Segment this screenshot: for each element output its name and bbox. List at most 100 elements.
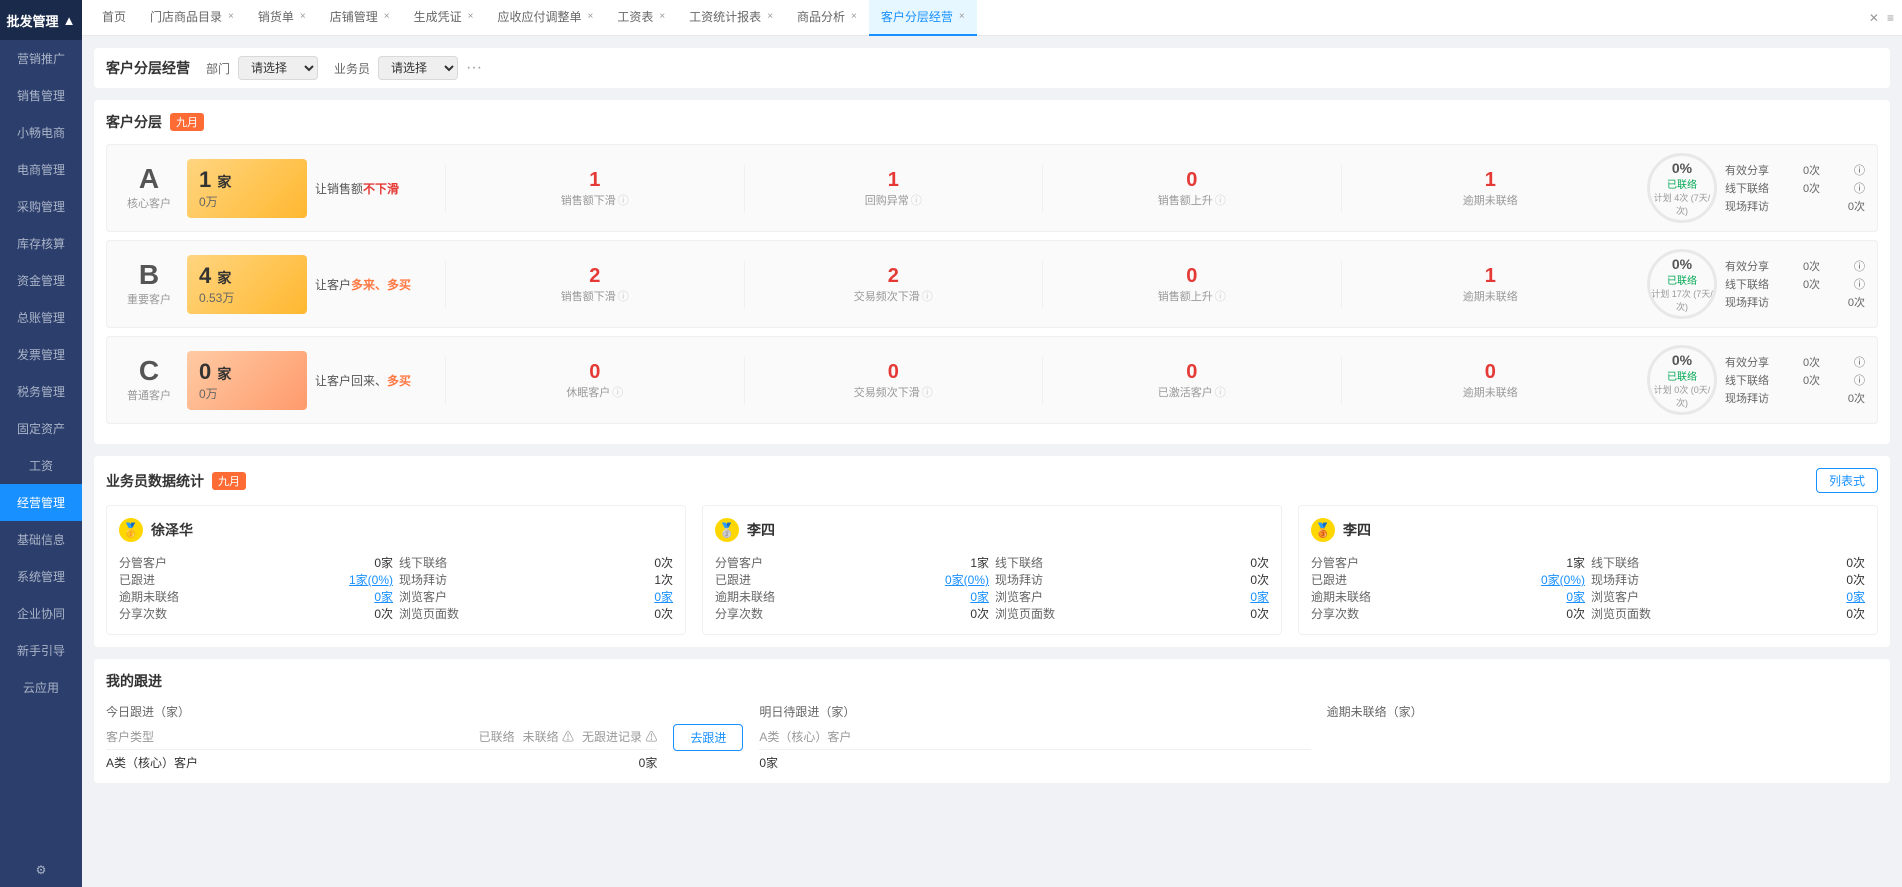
sidebar-item-xtgl[interactable]: 系统管理 [0, 558, 82, 595]
tier-b-stat-2[interactable]: 0 销售额上升 ⓘ [1042, 261, 1341, 308]
info-icon[interactable]: ⓘ [911, 192, 922, 208]
today-follow-col: 今日跟进（家） 客户类型 已联络 未联络 ⚠ 无跟进记录 ⚠ A类（核心）客户 … [106, 703, 657, 771]
info-icon[interactable]: ⓘ [1215, 192, 1226, 208]
tab-payroll[interactable]: 工资表 × [605, 0, 677, 36]
tab-store-products[interactable]: 门店商品目录 × [138, 0, 246, 36]
tab-sales-order[interactable]: 销货单 × [246, 0, 318, 36]
tab-close-icon[interactable]: × [300, 11, 306, 22]
staff-stats-section: 业务员数据统计 九月 列表式 🥇 徐泽华 分管客户 0家 [94, 456, 1890, 647]
tier-a-stat-0-label: 销售额下滑 ⓘ [561, 192, 629, 208]
sidebar-collapse-icon[interactable]: ▲ [63, 13, 76, 28]
staff-2-stats: 分管客户 1家 已跟进 0家(0%) 逾期未联络 0家 [1311, 554, 1865, 622]
settings-button[interactable]: ⚙ [0, 853, 82, 887]
info-icon[interactable]: ⓘ [1854, 258, 1865, 274]
sidebar-item-xsyd[interactable]: 新手引导 [0, 632, 82, 669]
sidebar-item-jygl[interactable]: 经营管理 [0, 484, 82, 521]
tier-b-stat-3[interactable]: 1 逾期未联络 [1341, 261, 1640, 308]
sidebar-item-zjgl[interactable]: 资金管理 [0, 262, 82, 299]
sidebar-brand[interactable]: 批发管理 ▲ [0, 0, 82, 40]
tab-close-icon[interactable]: × [767, 11, 773, 22]
tab-close-icon[interactable]: × [659, 11, 665, 22]
tier-c-circle: 0% 已联络 计划 0次 (0天/次) [1647, 345, 1717, 415]
tab-customer-tier[interactable]: 客户分层经营 × [869, 0, 977, 36]
staff-1-medal: 🥈 [715, 518, 739, 542]
tab-home[interactable]: 首页 [90, 0, 138, 36]
side-stat-row: 现场拜访 0次 [1725, 198, 1865, 214]
tier-b-stat-1[interactable]: 2 交易频次下滑 ⓘ [744, 261, 1043, 308]
sidebar-item-yyy[interactable]: 云应用 [0, 669, 82, 706]
tier-a-label: A 核心客户 [119, 165, 179, 211]
tier-a-grade: A [119, 165, 179, 193]
info-icon[interactable]: ⓘ [1854, 354, 1865, 370]
tier-a-stat-1[interactable]: 1 回购异常 ⓘ [744, 165, 1043, 212]
sidebar-item-zzgl[interactable]: 总账管理 [0, 299, 82, 336]
sidebar-item-kchz[interactable]: 库存核算 [0, 225, 82, 262]
tier-b-grade: B [119, 261, 179, 289]
tier-c-label: C 普通客户 [119, 357, 179, 403]
tab-close-icon[interactable]: × [384, 11, 390, 22]
tab-close-icon[interactable]: × [851, 11, 857, 22]
info-icon[interactable]: ⓘ [1854, 372, 1865, 388]
info-icon[interactable]: ⓘ [1854, 276, 1865, 292]
staff-filter: 业务员 请选择 ··· [334, 56, 482, 80]
tab-close-active-icon[interactable]: × [959, 11, 965, 22]
staff-1-header: 🥈 李四 [715, 518, 1269, 542]
staff-stat-row: 浏览页面数 0次 [995, 605, 1269, 622]
sidebar-item-xsgl[interactable]: 销售管理 [0, 77, 82, 114]
sidebar-item-fpgl[interactable]: 发票管理 [0, 336, 82, 373]
sidebar-item-jcxx[interactable]: 基础信息 [0, 521, 82, 558]
tier-a-stat-2-label: 销售额上升 ⓘ [1158, 192, 1226, 208]
tier-c-stat-2[interactable]: 0 已激活客户 ⓘ [1042, 357, 1341, 404]
more-filter-icon[interactable]: ··· [466, 59, 482, 77]
info-icon[interactable]: ⓘ [612, 384, 623, 400]
tab-close-icon[interactable]: × [587, 11, 593, 22]
tab-payroll-report[interactable]: 工资统计报表 × [677, 0, 785, 36]
tier-b-stat-0[interactable]: 2 销售额下滑 ⓘ [445, 261, 744, 308]
info-icon[interactable]: ⓘ [1215, 384, 1226, 400]
tier-a-stat-3-label: 逾期未联络 [1463, 192, 1518, 208]
side-stat-row: 线下联络 0次 ⓘ [1725, 180, 1865, 196]
tab-close-icon[interactable]: × [228, 11, 234, 22]
info-icon[interactable]: ⓘ [922, 288, 933, 304]
staff-stat-row: 分享次数 0次 [715, 605, 989, 622]
info-icon[interactable]: ⓘ [1854, 180, 1865, 196]
sidebar-item-cggl[interactable]: 采购管理 [0, 188, 82, 225]
tab-product-analysis[interactable]: 商品分析 × [785, 0, 869, 36]
tier-b-action: 让客户多来、多买 [315, 276, 445, 293]
tier-c-stat-0[interactable]: 0 休眠客户 ⓘ [445, 357, 744, 404]
sidebar-item-gz[interactable]: 工资 [0, 447, 82, 484]
tier-c-stat-3[interactable]: 0 逾期未联络 [1341, 357, 1640, 404]
sidebar-item-yxty[interactable]: 营销推广 [0, 40, 82, 77]
info-icon[interactable]: ⓘ [618, 192, 629, 208]
staff-select[interactable]: 请选择 [378, 56, 458, 80]
sidebar-item-gdzy[interactable]: 固定资产 [0, 410, 82, 447]
sidebar-item-dssgl[interactable]: 电商管理 [0, 151, 82, 188]
tab-menu-icon[interactable]: ≡ [1887, 11, 1894, 25]
tier-a-stat-3[interactable]: 1 逾期未联络 [1341, 165, 1640, 212]
info-icon[interactable]: ⓘ [1215, 288, 1226, 304]
staff-stat-row: 已跟进 0家(0%) [715, 571, 989, 588]
tier-c-stat-1[interactable]: 0 交易频次下滑 ⓘ [744, 357, 1043, 404]
tab-close-all-icon[interactable]: ✕ [1869, 11, 1879, 25]
tab-ar-ap[interactable]: 应收应付调整单 × [485, 0, 605, 36]
sidebar-item-swgl[interactable]: 税务管理 [0, 373, 82, 410]
info-icon[interactable]: ⓘ [1854, 162, 1865, 178]
tab-store-mgmt[interactable]: 店铺管理 × [318, 0, 402, 36]
staff-2-name: 李四 [1343, 520, 1371, 540]
staff-0-stats: 分管客户 0家 已跟进 1家(0%) 逾期未联络 0家 [119, 554, 673, 622]
sidebar-item-xdds[interactable]: 小畅电商 [0, 114, 82, 151]
tab-voucher[interactable]: 生成凭证 × [402, 0, 486, 36]
staff-0-header: 🥇 徐泽华 [119, 518, 673, 542]
tier-a-stat-2[interactable]: 0 销售额上升 ⓘ [1042, 165, 1341, 212]
list-view-button[interactable]: 列表式 [1816, 468, 1878, 493]
dept-select[interactable]: 请选择 [238, 56, 318, 80]
tab-close-icon[interactable]: × [468, 11, 474, 22]
go-follow-button[interactable]: 去跟进 [673, 724, 743, 751]
tier-a-stat-0[interactable]: 1 销售额下滑 ⓘ [445, 165, 744, 212]
staff-card-1: 🥈 李四 分管客户 1家 已跟进 0家(0%) [702, 505, 1282, 635]
tomorrow-follow-col: 明日待跟进（家） A类（核心）客户 0家 [759, 703, 1310, 771]
info-icon[interactable]: ⓘ [922, 384, 933, 400]
main-area: 首页 门店商品目录 × 销货单 × 店铺管理 × 生成凭证 × 应收应付调整单 … [82, 0, 1902, 887]
sidebar-item-qyxt[interactable]: 企业协同 [0, 595, 82, 632]
info-icon[interactable]: ⓘ [618, 288, 629, 304]
